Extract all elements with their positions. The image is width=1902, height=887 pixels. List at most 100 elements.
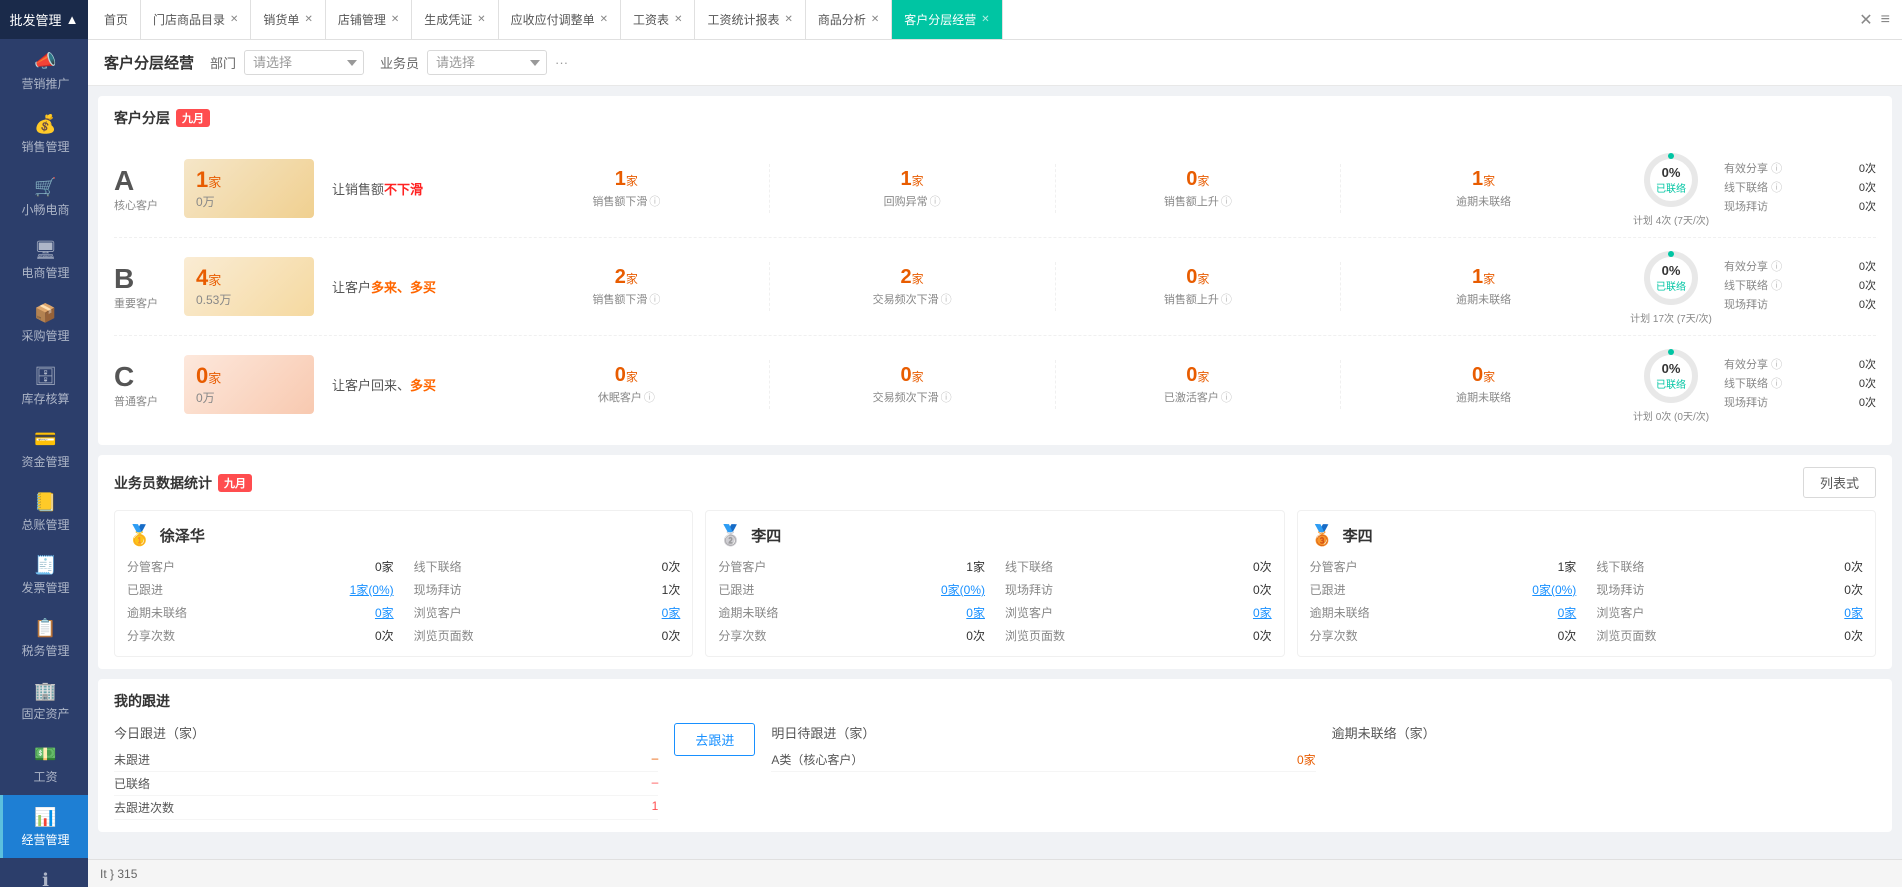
tab-store-products[interactable]: 门店商品目录 ✕ xyxy=(141,0,251,40)
staff-stat: 分享次数 0次 xyxy=(718,627,985,644)
tab-close-store-mgmt[interactable]: ✕ xyxy=(391,14,399,25)
sidebar-collapse-icon[interactable]: ▲ xyxy=(66,12,79,27)
sidebar: 批发管理 ▲ 📣营销推广💰销售管理🛒小畅电商🖥电商管理 📦 采购管理 🗄库存核算💳资金… xyxy=(0,0,88,887)
stat-block: 0家 交易频次下滑 ⓘ xyxy=(770,360,1056,409)
sidebar-label-经营管理: 经营管理 xyxy=(7,831,84,848)
sidebar-item-电商管理[interactable]: 🖥电商管理 xyxy=(0,228,88,291)
sidebar-label-采购管理: 采购管理 xyxy=(7,327,84,344)
tier-count-c[interactable]: 0家 0万 xyxy=(184,355,314,414)
sidebar-item-资金管理[interactable]: 💳资金管理 xyxy=(0,417,88,480)
tab-close-customer-tier[interactable]: ✕ xyxy=(981,14,989,25)
tab-sales-order[interactable]: 销货单✕ xyxy=(251,0,325,40)
tab-close-payroll-report[interactable]: ✕ xyxy=(784,14,792,25)
tab-label-payroll: 工资表 xyxy=(633,11,669,28)
tab-payroll-report[interactable]: 工资统计报表 ✕ xyxy=(695,0,805,40)
staff-stats-grid-2: 分管客户 1家 线下联络 0次 已跟进 0家(0%) 现场拜访 0次 逾期未联络 xyxy=(1310,558,1863,644)
tab-close-sales-order[interactable]: ✕ xyxy=(304,14,312,25)
staff-stat: 已跟进 0家(0%) xyxy=(718,581,985,598)
staff-section-title: 业务员数据统计 九月 xyxy=(114,473,252,493)
sidebar-item-销售管理[interactable]: 💰销售管理 xyxy=(0,102,88,165)
tier-right-stats-a: 有效分享 ⓘ 0次 线下联络 ⓘ 0次 现场拜访 0次 xyxy=(1716,160,1876,217)
tab-menu-icon[interactable]: ≡ xyxy=(1881,11,1890,29)
sidebar-item-基础信息[interactable]: ℹ基础信息 xyxy=(0,858,88,887)
staff-name-0: 徐泽华 xyxy=(160,525,205,546)
tab-store-mgmt[interactable]: 店铺管理✕ xyxy=(326,0,412,40)
sidebar-item-采购管理[interactable]: 📦 采购管理 xyxy=(0,291,88,354)
staff-medal-2: 🥉 xyxy=(1310,523,1335,548)
tomorrow-title: 明日待跟进（家） xyxy=(771,723,1315,742)
tab-product-analysis[interactable]: 商品分析✕ xyxy=(806,0,892,40)
staff-stat: 浏览客户 0家 xyxy=(414,604,681,621)
goto-btn[interactable]: 去跟进 xyxy=(674,723,755,756)
stat-block: 2家 交易频次下滑 ⓘ xyxy=(770,262,1056,311)
stat-block: 0家 销售额上升 ⓘ xyxy=(1056,262,1342,311)
overdue-block: 逾期未联络（家） xyxy=(1332,723,1876,748)
tab-customer-tier[interactable]: 客户分层经营✕ xyxy=(892,0,1002,40)
tier-label-c: C 普通客户 xyxy=(114,361,184,409)
sidebar-item-固定资产[interactable]: 🏢固定资产 xyxy=(0,669,88,732)
tab-bar: 首页门店商品目录✕销货单✕店铺管理✕生成凭证✕应收应付调整单✕工资表✕工资统计报… xyxy=(88,0,1902,40)
staff-stat: 现场拜访 1次 xyxy=(414,581,681,598)
staff-stats-grid-1: 分管客户 1家 线下联络 0次 已跟进 0家(0%) 现场拜访 0次 逾期未联络 xyxy=(718,558,1271,644)
tier-circle-b: 0% 已联络 计划 17次 (7天/次) xyxy=(1626,248,1716,325)
staff-stat: 分享次数 0次 xyxy=(1310,627,1577,644)
tab-end: ✕ ≡ xyxy=(1851,10,1898,30)
status-text: It } 315 xyxy=(100,867,137,881)
staff-label: 业务员 xyxy=(380,53,419,72)
tab-ar-adjust[interactable]: 应收应付调整单✕ xyxy=(499,0,621,40)
dept-select[interactable]: 请选择 xyxy=(244,50,364,75)
sidebar-item-经营管理[interactable]: 📊经营管理 xyxy=(0,795,88,858)
tier-stats-a: 1家 销售额下滑 ⓘ 1家 回购异常 ⓘ 0家 销售额上升 ⓘ 1家 逾期未联络 xyxy=(484,164,1626,213)
sidebar-item-总账管理[interactable]: 📒总账管理 xyxy=(0,480,88,543)
tab-close-ar-adjust[interactable]: ✕ xyxy=(600,14,608,25)
sidebar-item-营销推广[interactable]: 📣营销推广 xyxy=(0,39,88,102)
staff-name-row-2: 🥉 李四 xyxy=(1310,523,1863,548)
tab-close-payroll[interactable]: ✕ xyxy=(674,14,682,25)
tier-suggestion-b: 让客户多来、多买 xyxy=(324,277,484,296)
tab-close-product-analysis[interactable]: ✕ xyxy=(871,14,879,25)
sidebar-item-发票管理[interactable]: 🧾发票管理 xyxy=(0,543,88,606)
today-stat-row: 已联络 – xyxy=(114,772,658,796)
sidebar-item-税务管理[interactable]: 📋税务管理 xyxy=(0,606,88,669)
sidebar-label-资金管理: 资金管理 xyxy=(7,453,84,470)
right-stat: 有效分享 ⓘ 0次 xyxy=(1724,356,1876,372)
staff-name-row-1: 🥈 李四 xyxy=(718,523,1271,548)
page-header: 客户分层经营 部门 请选择 业务员 请选择 ··· xyxy=(88,40,1902,86)
stat-block: 0家 已激活客户 ⓘ xyxy=(1056,360,1342,409)
sidebar-icon-采购管理: 📦 xyxy=(7,303,84,324)
sidebar-item-工资[interactable]: 💵工资 xyxy=(0,732,88,795)
sidebar-item-小畅电商[interactable]: 🛒小畅电商 xyxy=(0,165,88,228)
tab-close-voucher[interactable]: ✕ xyxy=(477,14,485,25)
right-stat: 现场拜访 0次 xyxy=(1724,394,1876,410)
right-stat: 有效分享 ⓘ 0次 xyxy=(1724,258,1876,274)
sidebar-label-销售管理: 销售管理 xyxy=(7,138,84,155)
stat-block: 0家 逾期未联络 xyxy=(1341,360,1626,409)
list-view-btn[interactable]: 列表式 xyxy=(1803,467,1876,498)
tab-close-all-icon[interactable]: ✕ xyxy=(1859,10,1872,30)
tab-close-store-products[interactable]: ✕ xyxy=(230,14,238,25)
tier-label-b: B 重要客户 xyxy=(114,263,184,311)
tomorrow-stat-val: 0家 xyxy=(1297,751,1316,768)
tab-payroll[interactable]: 工资表 ✕ xyxy=(621,0,695,40)
tab-label-store-products: 门店商品目录 xyxy=(153,11,225,28)
tab-label-payroll-report: 工资统计报表 xyxy=(707,11,779,28)
tab-voucher[interactable]: 生成凭证✕ xyxy=(412,0,498,40)
sidebar-header: 批发管理 ▲ xyxy=(0,0,88,39)
today-stat-label: 未跟进 xyxy=(114,751,150,768)
sidebar-icon-固定资产: 🏢 xyxy=(7,681,84,702)
tab-home[interactable]: 首页 xyxy=(92,0,141,40)
staff-medal-0: 🥇 xyxy=(127,523,152,548)
sidebar-icon-税务管理: 📋 xyxy=(7,618,84,639)
sidebar-item-库存核算[interactable]: 🗄库存核算 xyxy=(0,354,88,417)
staff-stat: 现场拜访 0次 xyxy=(1005,581,1272,598)
staff-medal-1: 🥈 xyxy=(718,523,743,548)
filter-more-btn[interactable]: ··· xyxy=(555,55,568,70)
customer-tier-title: 客户分层 九月 xyxy=(114,108,1876,128)
status-bar: It } 315 xyxy=(88,859,1902,887)
stat-block: 0家 休眠客户 ⓘ xyxy=(484,360,770,409)
tomorrow-stat-row: A类（核心客户） 0家 xyxy=(771,748,1315,772)
right-stat: 现场拜访 0次 xyxy=(1724,296,1876,312)
tier-count-b[interactable]: 4家 0.53万 xyxy=(184,257,314,316)
tier-count-a[interactable]: 1家 0万 xyxy=(184,159,314,218)
staff-select[interactable]: 请选择 xyxy=(427,50,547,75)
